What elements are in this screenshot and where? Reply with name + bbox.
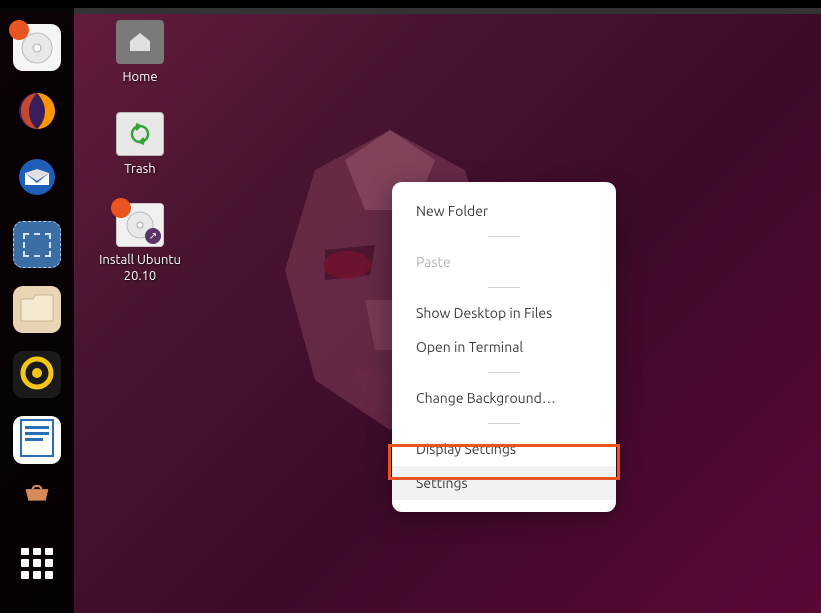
show-applications-button[interactable] [15,542,59,585]
context-menu-separator [488,372,520,373]
thunderbird-icon [15,155,59,203]
link-arrow-icon: ↗ [145,228,161,244]
context-menu-open-in-terminal[interactable]: Open in Terminal [392,330,616,364]
install-ubuntu-icon: ↗ [116,203,164,247]
desktop-icon-install-ubuntu[interactable]: ↗ Install Ubuntu 20.10 [99,203,181,284]
dock-item-thunderbird[interactable] [13,155,61,203]
dock-item-software-center[interactable] [13,482,61,506]
desktop-icons-area: Home Trash ↗ Install Ubuntu 20.10 [90,20,190,284]
dock-item-libreoffice-writer[interactable] [13,416,61,463]
home-folder-icon [116,20,164,64]
context-menu-separator [488,236,520,237]
screenshot-icon [23,233,51,257]
context-menu-separator [488,287,520,288]
context-menu-display-settings[interactable]: Display Settings [392,432,616,466]
firefox-icon [15,89,59,137]
trash-icon [116,112,164,156]
desktop-icon-label: Trash [124,162,155,178]
ubuntu-badge-icon [9,20,29,40]
dock-item-screenshot[interactable] [13,221,61,268]
desktop-icon-label: Install Ubuntu 20.10 [99,253,181,284]
dock-item-rhythmbox[interactable] [13,351,61,398]
context-menu-settings[interactable]: Settings [392,466,616,500]
context-menu-show-desktop-in-files[interactable]: Show Desktop in Files [392,296,616,330]
dock-item-firefox[interactable] [13,89,61,137]
context-menu-change-background[interactable]: Change Background… [392,381,616,415]
dock [0,0,74,613]
context-menu-separator [488,423,520,424]
desktop-context-menu: New Folder Paste Show Desktop in Files O… [392,182,616,512]
top-panel-grey [0,8,821,14]
dock-item-ubuntu-installer[interactable] [13,24,61,71]
context-menu-new-folder[interactable]: New Folder [392,194,616,228]
files-icon [19,293,55,327]
software-center-icon [17,482,57,506]
dock-item-files[interactable] [13,286,61,333]
desktop-icon-trash[interactable]: Trash [116,112,164,178]
writer-icon [19,418,55,462]
desktop-icon-label: Home [122,70,157,86]
top-panel-black [0,0,821,8]
desktop-icon-home[interactable]: Home [116,20,164,86]
context-menu-paste: Paste [392,245,616,279]
rhythmbox-icon [19,355,55,395]
